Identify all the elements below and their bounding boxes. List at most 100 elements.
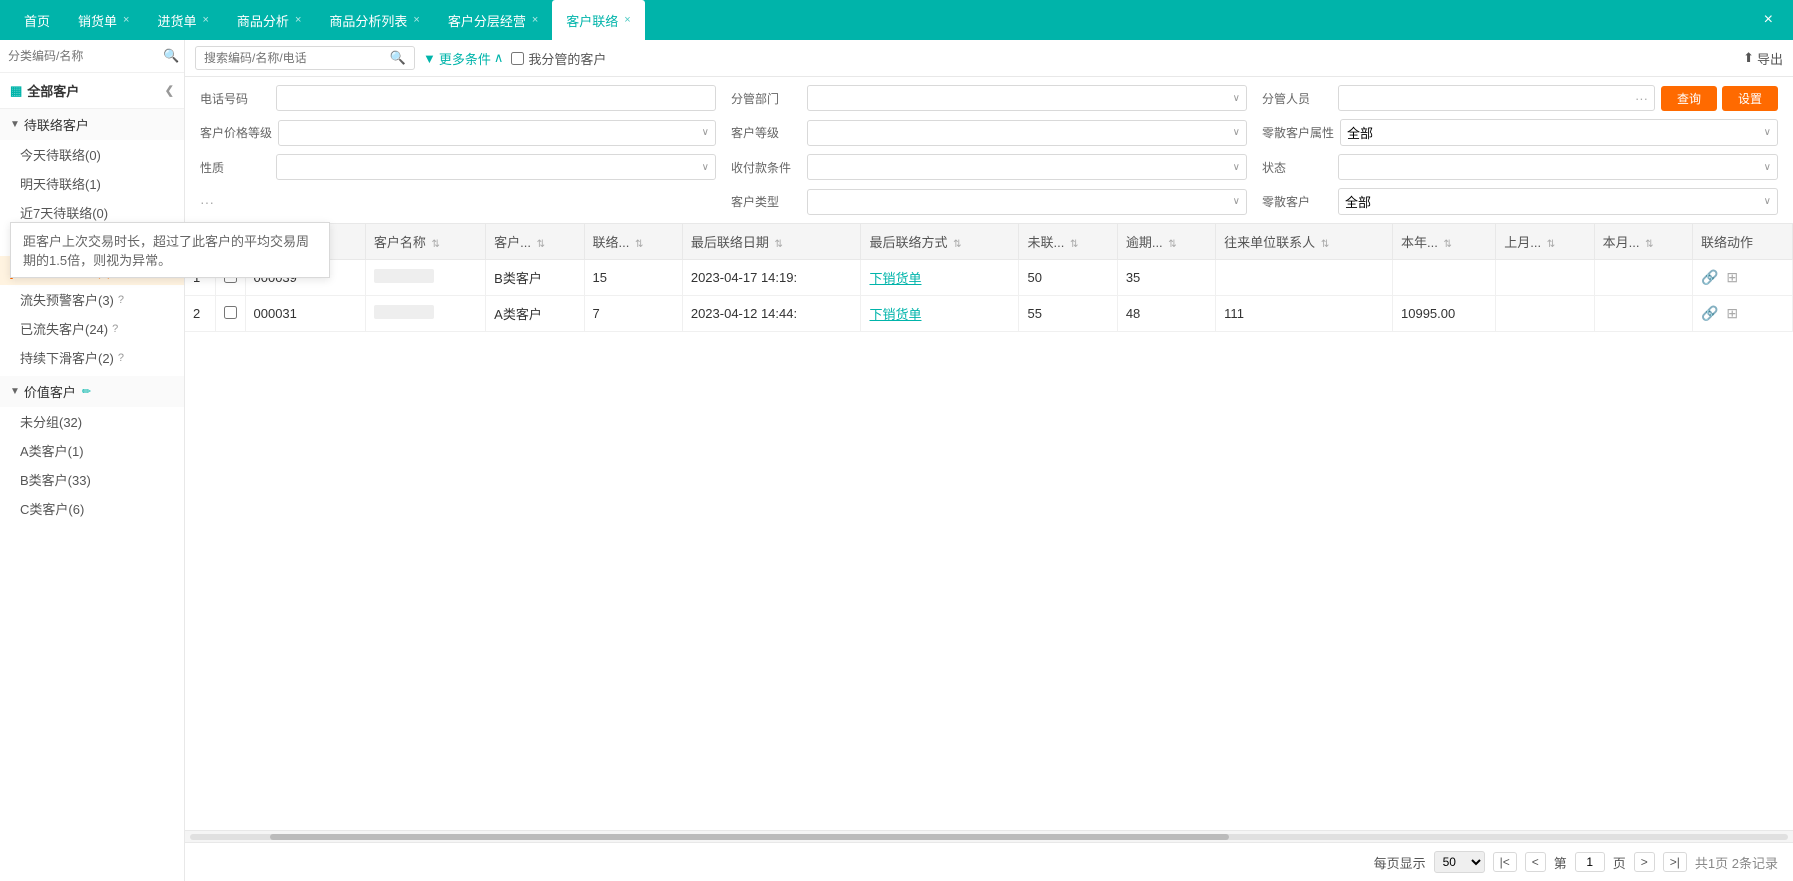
page-number-input[interactable] bbox=[1575, 852, 1605, 872]
sort-unlisted-icon[interactable]: ⇅ bbox=[1070, 239, 1078, 250]
nav-product-analysis[interactable]: 商品分析 × bbox=[223, 0, 315, 40]
td-contact-count-1: 15 bbox=[584, 260, 682, 296]
customer-type-select[interactable]: ∨ bbox=[807, 189, 1247, 215]
last-page-button[interactable]: >| bbox=[1663, 852, 1687, 872]
sidebar-search-input[interactable] bbox=[8, 49, 163, 63]
close-product-analysis-icon[interactable]: × bbox=[295, 14, 301, 26]
sort-type-icon[interactable]: ⇅ bbox=[537, 239, 545, 250]
sidebar-item-tomorrow[interactable]: 明天待联络(1) bbox=[0, 169, 184, 198]
nav-customer-tier[interactable]: 客户分层经营 × bbox=[434, 0, 552, 40]
td-last-method-2: 下销货单 bbox=[861, 296, 1019, 332]
row2-checkbox[interactable] bbox=[224, 306, 237, 319]
sort-name-icon[interactable]: ⇅ bbox=[431, 239, 439, 250]
sidebar-item-unclassified[interactable]: 未分组(32) bbox=[0, 407, 184, 436]
search-box[interactable]: 🔍 bbox=[195, 46, 415, 70]
status-select[interactable]: ∨ bbox=[1338, 154, 1778, 180]
filter-gender: 性质 ∨ bbox=[200, 154, 716, 180]
sort-contact-person-icon[interactable]: ⇅ bbox=[1321, 239, 1329, 250]
grid-action-icon-1[interactable]: ⊞ bbox=[1726, 269, 1738, 286]
td-last-date-2: 2023-04-12 14:44: bbox=[682, 296, 861, 332]
sidebar-search-icon[interactable]: 🔍 bbox=[163, 48, 179, 64]
td-code-2: 000031 bbox=[245, 296, 365, 332]
td-name-1 bbox=[365, 260, 485, 296]
sidebar-item-class-a[interactable]: A类客户(1) bbox=[0, 436, 184, 465]
td-unlisted-2: 55 bbox=[1019, 296, 1117, 332]
nav-product-analysis-list[interactable]: 商品分析列表 × bbox=[315, 0, 433, 40]
search-input[interactable] bbox=[204, 51, 386, 65]
price-grade-select[interactable]: ∨ bbox=[278, 120, 716, 146]
customer-name-blurred-1 bbox=[374, 269, 434, 283]
sidebar-section-value[interactable]: ▼ 价值客户 ✏ bbox=[0, 376, 184, 407]
sidebar-item-class-b[interactable]: B类客户(33) bbox=[0, 465, 184, 494]
sidebar-item-lost[interactable]: 已流失客户(24) ? bbox=[0, 314, 184, 343]
first-page-button[interactable]: |< bbox=[1493, 852, 1517, 872]
sort-last-method-icon[interactable]: ⇅ bbox=[953, 239, 961, 250]
grid-icon: ▦ bbox=[10, 83, 22, 99]
dept-select[interactable]: ∨ bbox=[807, 85, 1247, 111]
settings-button[interactable]: 设置 bbox=[1722, 86, 1778, 111]
sort-last-month-icon[interactable]: ⇅ bbox=[1547, 239, 1555, 250]
prev-page-button[interactable]: < bbox=[1525, 852, 1546, 872]
sort-this-month-icon[interactable]: ⇅ bbox=[1645, 239, 1653, 250]
sidebar: 🔍 ▦ 全部客户 ❮ ▼ 待联络客户 今天待联络(0) 明天待联络(1) 近7天… bbox=[0, 40, 185, 881]
per-page-select[interactable]: 50 20 100 bbox=[1434, 851, 1485, 873]
close-customer-contact-icon[interactable]: × bbox=[624, 14, 630, 26]
filter-price-grade: 客户价格等级 ∨ bbox=[200, 119, 716, 146]
sort-overdue-icon[interactable]: ⇅ bbox=[1168, 239, 1176, 250]
ellipsis-icon: ··· bbox=[1635, 91, 1648, 106]
total-count: 共1页 2条记录 bbox=[1695, 853, 1778, 872]
link-action-icon-2[interactable]: 🔗 bbox=[1701, 305, 1718, 322]
more-dot-button[interactable]: ··· bbox=[200, 194, 214, 210]
nav-purchase-order[interactable]: 进货单 × bbox=[143, 0, 222, 40]
sidebar-all-customers[interactable]: ▦ 全部客户 ❮ bbox=[0, 73, 184, 109]
chevron-price-icon: ∨ bbox=[702, 127, 709, 138]
more-conditions-button[interactable]: ▼ 更多条件 ∧ bbox=[423, 49, 503, 68]
sort-last-date-icon[interactable]: ⇅ bbox=[774, 239, 782, 250]
horizontal-scrollbar[interactable] bbox=[185, 830, 1793, 842]
my-customers-check[interactable] bbox=[511, 52, 524, 65]
last-method-link-2[interactable]: 下销货单 bbox=[869, 307, 921, 322]
link-action-icon-1[interactable]: 🔗 bbox=[1701, 269, 1718, 286]
close-purchase-order-icon[interactable]: × bbox=[202, 14, 208, 26]
pagination-bar: 每页显示 50 20 100 |< < 第 页 > >| 共1页 2条记录 bbox=[185, 842, 1793, 881]
filter-customer-grade: 客户等级 ∨ bbox=[731, 119, 1247, 146]
sort-contact-icon[interactable]: ⇅ bbox=[635, 239, 643, 250]
sidebar-item-declining[interactable]: 持续下滑客户(2) ? bbox=[0, 343, 184, 372]
close-sales-order-icon[interactable]: × bbox=[123, 14, 129, 26]
manager-select[interactable]: ··· bbox=[1338, 85, 1655, 111]
retail-customer-select[interactable]: 全部 ∨ bbox=[1338, 188, 1778, 215]
window-close-button[interactable]: × bbox=[1754, 11, 1783, 29]
scroll-thumb[interactable] bbox=[270, 834, 1229, 840]
filter-bar: 🔍 ▼ 更多条件 ∧ 我分管的客户 ⬆ 导出 bbox=[185, 40, 1793, 77]
close-product-analysis-list-icon[interactable]: × bbox=[413, 14, 419, 26]
phone-input[interactable] bbox=[276, 85, 716, 111]
payment-select[interactable]: ∨ bbox=[807, 154, 1247, 180]
th-last-date: 最后联络日期 ⇅ bbox=[682, 224, 861, 260]
my-customers-checkbox[interactable]: 我分管的客户 bbox=[511, 49, 606, 68]
nav-home[interactable]: 首页 bbox=[10, 0, 64, 40]
customer-name-blurred-2 bbox=[374, 305, 434, 319]
close-customer-tier-icon[interactable]: × bbox=[532, 14, 538, 26]
sidebar-section-pending[interactable]: ▼ 待联络客户 bbox=[0, 109, 184, 140]
sidebar-item-loss-warning[interactable]: 流失预警客户(3) ? bbox=[0, 285, 184, 314]
nav-sales-order[interactable]: 销货单 × bbox=[64, 0, 143, 40]
td-this-month-2 bbox=[1594, 296, 1692, 332]
sort-this-year-icon[interactable]: ⇅ bbox=[1443, 239, 1451, 250]
export-button[interactable]: ⬆ 导出 bbox=[1743, 49, 1783, 68]
grid-action-icon-2[interactable]: ⊞ bbox=[1726, 305, 1738, 322]
query-button[interactable]: 查询 bbox=[1661, 86, 1717, 111]
next-page-button[interactable]: > bbox=[1634, 852, 1655, 872]
retail-attr-select[interactable]: 全部 ∨ bbox=[1340, 119, 1778, 146]
th-this-year: 本年... ⇅ bbox=[1393, 224, 1496, 260]
last-method-link-1[interactable]: 下销货单 bbox=[869, 271, 921, 286]
search-icon[interactable]: 🔍 bbox=[390, 50, 406, 66]
customer-grade-select[interactable]: ∨ bbox=[807, 120, 1247, 146]
sidebar-item-today[interactable]: 今天待联络(0) bbox=[0, 140, 184, 169]
edit-value-group-icon[interactable]: ✏ bbox=[82, 385, 91, 398]
sidebar-item-class-c[interactable]: C类客户(6) bbox=[0, 494, 184, 523]
gender-select[interactable]: ∨ bbox=[276, 154, 716, 180]
td-name-2 bbox=[365, 296, 485, 332]
nav-customer-contact[interactable]: 客户联络 × bbox=[552, 0, 644, 40]
sidebar-search-box[interactable]: 🔍 bbox=[0, 40, 184, 73]
td-action-2: 🔗 ⊞ bbox=[1692, 296, 1792, 332]
